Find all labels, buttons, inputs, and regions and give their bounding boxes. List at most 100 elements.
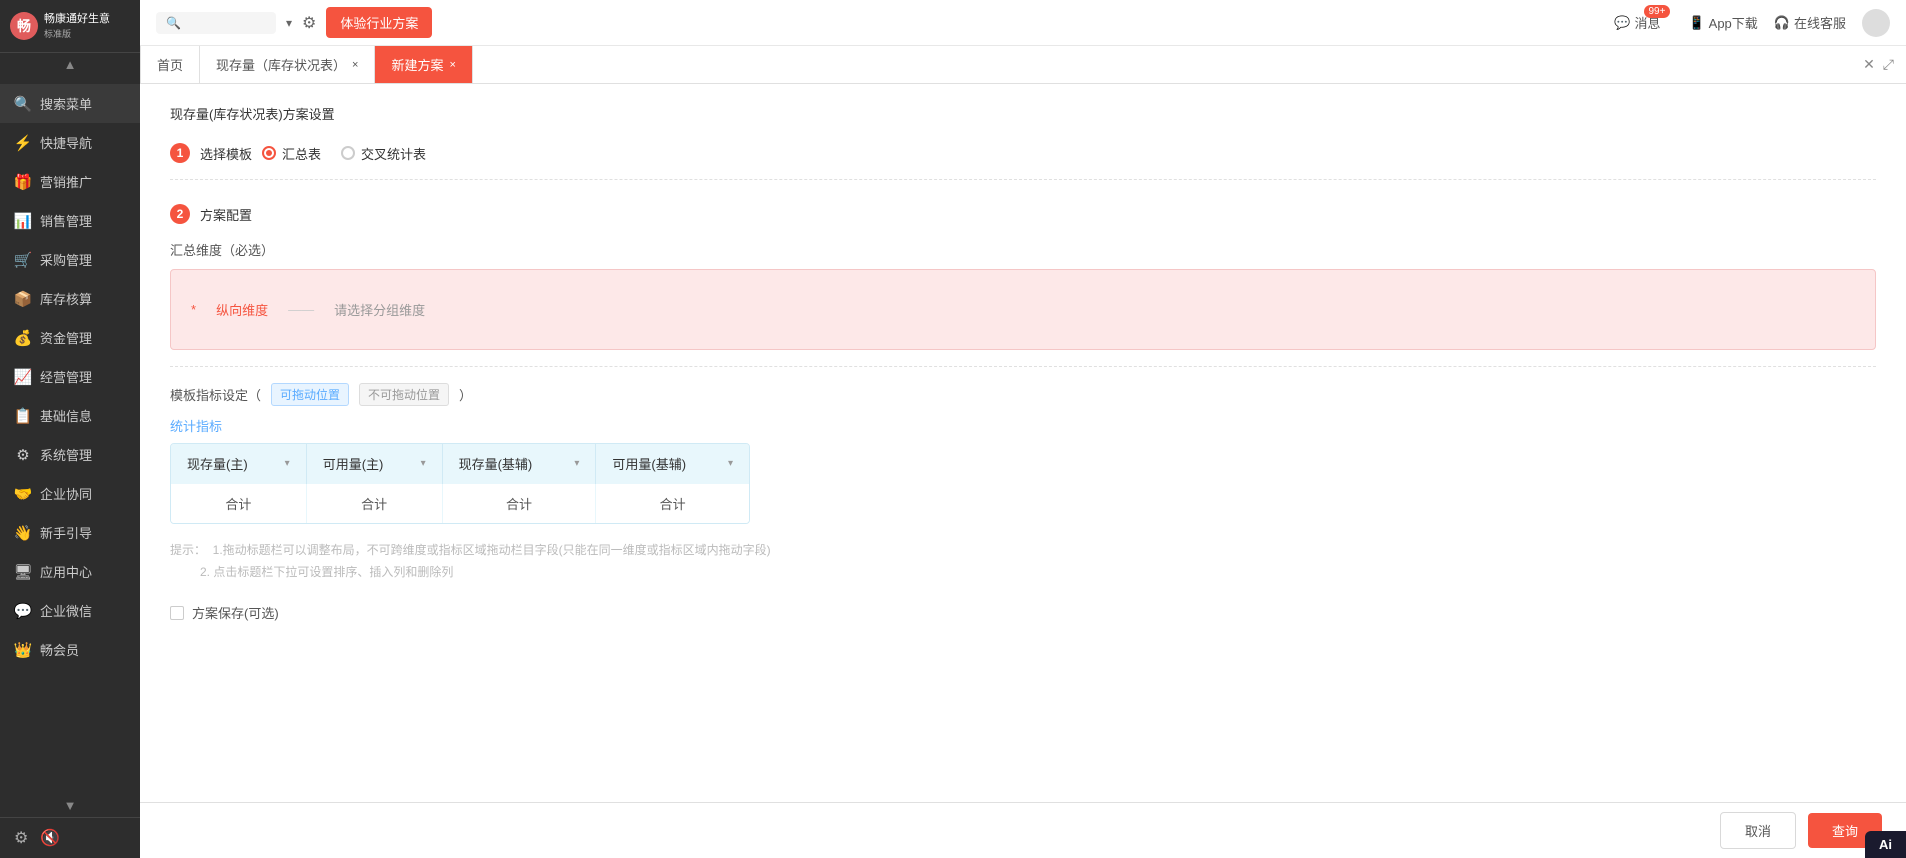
message-btn[interactable]: 💬 消息 99+ bbox=[1614, 13, 1660, 32]
tabs-collapse-icon[interactable]: ✕ bbox=[1863, 56, 1875, 73]
col-2-sub: 合计 bbox=[306, 484, 442, 524]
tab-inventory-close[interactable]: × bbox=[352, 59, 358, 71]
col-4-dropdown[interactable]: ▾ bbox=[728, 458, 733, 469]
topbar-search-icon: 🔍 bbox=[166, 16, 181, 30]
sidebar-logo: 畅 畅康通好生意 标准版 bbox=[0, 0, 140, 53]
step2-header: 2 方案配置 bbox=[170, 204, 1876, 224]
step2-section: 2 方案配置 汇总维度（必选） * 纵向维度 —— 请选择分组维度 模板指标设定… bbox=[170, 204, 1876, 622]
baseinfo-icon: 📋 bbox=[14, 407, 32, 425]
col-3-dropdown[interactable]: ▾ bbox=[574, 458, 579, 469]
sidebar-item-member[interactable]: 👑 畅会员 bbox=[0, 630, 140, 669]
app-download-icon: 📱 bbox=[1688, 15, 1704, 31]
radio-summary-dot bbox=[262, 146, 276, 160]
search-icon: 🔍 bbox=[14, 95, 32, 113]
sidebar-item-purchase[interactable]: 🛒 采购管理 bbox=[0, 240, 140, 279]
trial-button[interactable]: 体验行业方案 bbox=[326, 7, 432, 38]
radio-cross-table[interactable]: 交叉统计表 bbox=[341, 144, 426, 163]
online-service-btn[interactable]: 🎧 在线客服 bbox=[1774, 13, 1846, 32]
sidebar-item-corpwechat[interactable]: 💬 企业微信 bbox=[0, 591, 140, 630]
tip-1-text: 提示： 1.拖动标题栏可以调整布局，不可跨维度或指标区域拖动栏目字段(只能在同一… bbox=[170, 540, 771, 562]
sidebar-item-finance[interactable]: 💰 资金管理 bbox=[0, 318, 140, 357]
step1-section: 1 选择模板 汇总表 交叉统计表 bbox=[170, 143, 1876, 180]
radio-summary-table[interactable]: 汇总表 bbox=[262, 144, 321, 163]
topbar-search[interactable]: 🔍 bbox=[156, 12, 276, 34]
user-avatar[interactable] bbox=[1862, 9, 1890, 37]
sidebar-item-label: 营销推广 bbox=[40, 172, 92, 191]
sidebar-item-label: 库存核算 bbox=[40, 289, 92, 308]
app-version: 标准版 bbox=[44, 27, 110, 40]
tab-home[interactable]: 首页 bbox=[140, 46, 200, 83]
sidebar-item-appcenter[interactable]: 🖥 应用中心 bbox=[0, 552, 140, 591]
scroll-down-btn[interactable]: ▼ bbox=[0, 794, 140, 817]
purchase-icon: 🛒 bbox=[14, 251, 32, 269]
tab-new-scheme-close[interactable]: × bbox=[449, 59, 455, 71]
col-2-dropdown[interactable]: ▾ bbox=[421, 458, 426, 469]
sidebar-item-quicknav[interactable]: ⚡ 快捷导航 bbox=[0, 123, 140, 162]
indicator-label: 模板指标设定（ 可拖动位置 不可拖动位置 ） bbox=[170, 383, 1876, 406]
logo-icon: 畅 bbox=[10, 12, 38, 40]
footer-bar: 取消 查询 bbox=[140, 802, 1906, 858]
col-header-4[interactable]: 可用量(基辅) ▾ bbox=[596, 444, 749, 484]
template-radio-group: 汇总表 交叉统计表 bbox=[262, 144, 426, 163]
tip-item-2: 2. 点击标题栏下拉可设置排序、插入列和删除列 bbox=[170, 562, 1876, 584]
topbar-right: 💬 消息 99+ 📱 App下载 🎧 在线客服 bbox=[1614, 9, 1890, 37]
col-1-dropdown[interactable]: ▾ bbox=[285, 458, 290, 469]
step2-number: 2 bbox=[170, 204, 190, 224]
mute-footer-icon[interactable]: 🔇 bbox=[40, 828, 60, 848]
sidebar-search-label: 搜索菜单 bbox=[40, 94, 92, 113]
col-2-label: 可用量(主) bbox=[323, 454, 384, 473]
indicator-table: 现存量(主) ▾ 可用量(主) ▾ bbox=[170, 443, 750, 524]
save-option: 方案保存(可选) bbox=[170, 603, 1876, 622]
dim-placeholder: 请选择分组维度 bbox=[334, 300, 425, 319]
sidebar-item-sales[interactable]: 📊 销售管理 bbox=[0, 201, 140, 240]
content-inner: 现存量(库存状况表)方案设置 1 选择模板 汇总表 交叉统计表 bbox=[140, 84, 1906, 802]
sidebar-item-label: 企业协同 bbox=[40, 484, 92, 503]
sidebar: 畅 畅康通好生意 标准版 ▲ 🔍 搜索菜单 ⚡ 快捷导航 🎁 营销推广 📊 销售… bbox=[0, 0, 140, 858]
ai-badge[interactable]: Ai bbox=[1865, 831, 1906, 858]
topbar-dropdown-icon[interactable]: ▾ bbox=[286, 16, 292, 30]
step2-title: 方案配置 bbox=[200, 205, 252, 224]
col-header-1[interactable]: 现存量(主) ▾ bbox=[171, 444, 306, 484]
sidebar-item-inventory[interactable]: 📦 库存核算 bbox=[0, 279, 140, 318]
sidebar-item-label: 企业微信 bbox=[40, 601, 92, 620]
radio-summary-label: 汇总表 bbox=[282, 144, 321, 163]
step1-header: 1 选择模板 汇总表 交叉统计表 bbox=[170, 143, 1876, 163]
no-drag-badge: 不可拖动位置 bbox=[359, 383, 449, 406]
dimension-area[interactable]: * 纵向维度 —— 请选择分组维度 bbox=[170, 269, 1876, 350]
settings-footer-icon[interactable]: ⚙ bbox=[14, 828, 28, 848]
sidebar-item-search[interactable]: 🔍 搜索菜单 bbox=[0, 84, 140, 123]
cancel-button[interactable]: 取消 bbox=[1720, 812, 1796, 849]
dim-vertical-label: 纵向维度 bbox=[216, 300, 268, 319]
sidebar-menu: 🔍 搜索菜单 ⚡ 快捷导航 🎁 营销推广 📊 销售管理 🛒 采购管理 📦 库存核… bbox=[0, 76, 140, 794]
system-icon: ⚙ bbox=[14, 446, 32, 464]
col-header-3[interactable]: 现存量(基辅) ▾ bbox=[442, 444, 596, 484]
sidebar-item-system[interactable]: ⚙ 系统管理 bbox=[0, 435, 140, 474]
sidebar-item-newbie[interactable]: 👋 新手引导 bbox=[0, 513, 140, 552]
sidebar-item-management[interactable]: 📈 经营管理 bbox=[0, 357, 140, 396]
marketing-icon: 🎁 bbox=[14, 173, 32, 191]
sidebar-item-collab[interactable]: 🤝 企业协同 bbox=[0, 474, 140, 513]
scroll-up-btn[interactable]: ▲ bbox=[0, 53, 140, 76]
tab-inventory[interactable]: 现存量（库存状况表） × bbox=[200, 46, 375, 83]
tabs-expand-icon[interactable]: ⤢ bbox=[1883, 56, 1894, 73]
save-option-label: 方案保存(可选) bbox=[192, 603, 279, 622]
dim-dash: —— bbox=[288, 302, 314, 317]
tab-new-scheme[interactable]: 新建方案 × bbox=[375, 46, 472, 83]
col-header-2[interactable]: 可用量(主) ▾ bbox=[306, 444, 442, 484]
content-area: 现存量(库存状况表)方案设置 1 选择模板 汇总表 交叉统计表 bbox=[140, 84, 1906, 802]
sidebar-item-label: 经营管理 bbox=[40, 367, 92, 386]
radio-cross-label: 交叉统计表 bbox=[361, 144, 426, 163]
app-download-btn[interactable]: 📱 App下载 bbox=[1688, 13, 1757, 32]
col-1-sub: 合计 bbox=[171, 484, 306, 524]
sidebar-item-baseinfo[interactable]: 📋 基础信息 bbox=[0, 396, 140, 435]
save-checkbox[interactable] bbox=[170, 606, 184, 620]
statistics-section: 统计指标 现存量(主) ▾ bbox=[170, 416, 1876, 524]
sidebar-item-label: 采购管理 bbox=[40, 250, 92, 269]
sidebar-item-marketing[interactable]: 🎁 营销推广 bbox=[0, 162, 140, 201]
col-3-sub: 合计 bbox=[442, 484, 596, 524]
finance-icon: 💰 bbox=[14, 329, 32, 347]
appcenter-icon: 🖥 bbox=[14, 563, 32, 581]
topbar-settings-icon[interactable]: ⚙ bbox=[302, 13, 316, 33]
col-4-sub: 合计 bbox=[596, 484, 749, 524]
quicknav-icon: ⚡ bbox=[14, 134, 32, 152]
